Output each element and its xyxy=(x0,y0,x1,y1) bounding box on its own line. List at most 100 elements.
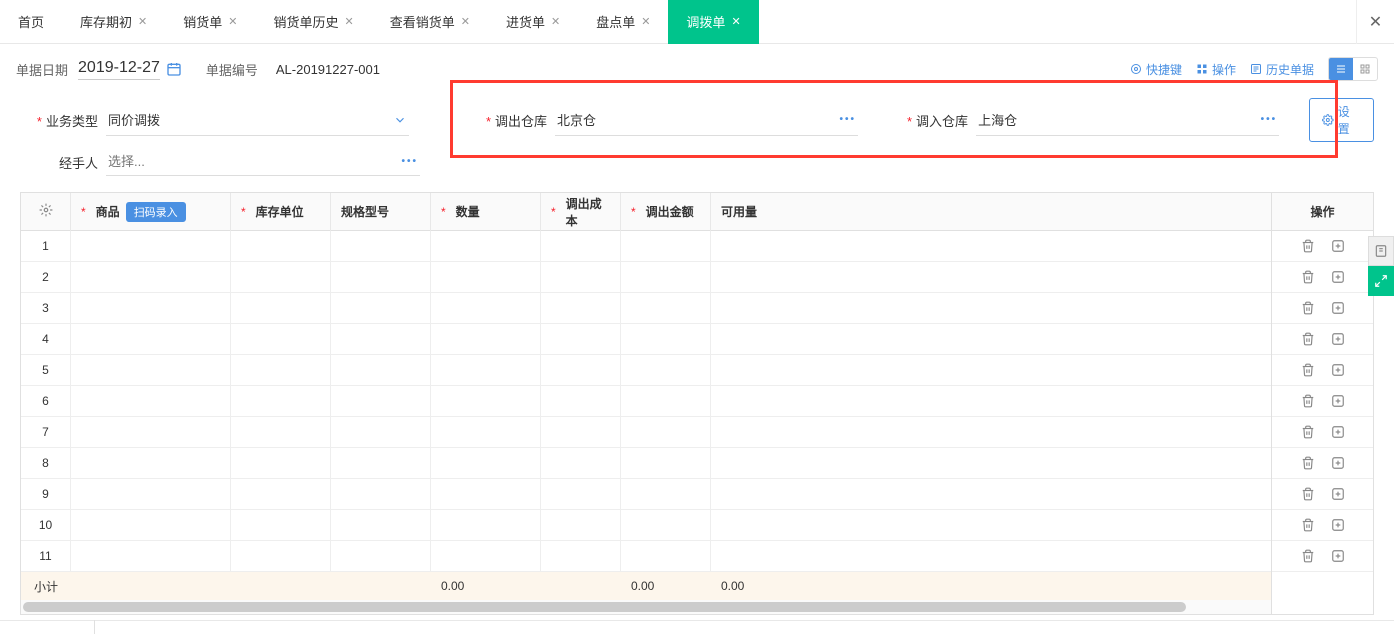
cell-available[interactable] xyxy=(711,324,1271,354)
add-row-button[interactable] xyxy=(1330,486,1346,502)
cell-spec[interactable] xyxy=(331,386,431,416)
tab-4[interactable]: 查看销货单✕ xyxy=(372,0,488,44)
scrollbar-thumb[interactable] xyxy=(23,602,1186,612)
cell-amount[interactable] xyxy=(621,417,711,447)
tab-0[interactable]: 首页 xyxy=(0,0,62,44)
cell-product[interactable] xyxy=(71,355,231,385)
table-row[interactable]: 1 xyxy=(21,231,1271,262)
cell-available[interactable] xyxy=(711,541,1271,571)
cell-product[interactable] xyxy=(71,541,231,571)
table-row[interactable]: 9 xyxy=(21,479,1271,510)
cell-cost[interactable] xyxy=(541,541,621,571)
settings-button[interactable]: 设置 xyxy=(1309,98,1374,142)
cell-amount[interactable] xyxy=(621,510,711,540)
delete-row-button[interactable] xyxy=(1300,455,1316,471)
tab-3[interactable]: 销货单历史✕ xyxy=(255,0,371,44)
cell-amount[interactable] xyxy=(621,448,711,478)
cell-spec[interactable] xyxy=(331,355,431,385)
cell-cost[interactable] xyxy=(541,293,621,323)
close-icon[interactable]: ✕ xyxy=(345,15,354,28)
cell-unit[interactable] xyxy=(231,386,331,416)
cell-unit[interactable] xyxy=(231,417,331,447)
in-warehouse-field[interactable]: 上海仓 ••• xyxy=(976,104,1279,136)
cell-amount[interactable] xyxy=(621,479,711,509)
cell-cost[interactable] xyxy=(541,262,621,292)
cell-cost[interactable] xyxy=(541,448,621,478)
cell-available[interactable] xyxy=(711,386,1271,416)
table-row[interactable]: 4 xyxy=(21,324,1271,355)
close-all-tabs-button[interactable]: ✕ xyxy=(1356,0,1394,44)
tab-5[interactable]: 进货单✕ xyxy=(488,0,578,44)
cell-available[interactable] xyxy=(711,448,1271,478)
cell-unit[interactable] xyxy=(231,448,331,478)
table-row[interactable]: 6 xyxy=(21,386,1271,417)
horizontal-scrollbar[interactable] xyxy=(21,600,1271,614)
table-row[interactable]: 10 xyxy=(21,510,1271,541)
cell-qty[interactable] xyxy=(431,541,541,571)
delete-row-button[interactable] xyxy=(1300,362,1316,378)
cell-unit[interactable] xyxy=(231,479,331,509)
cell-available[interactable] xyxy=(711,510,1271,540)
history-button[interactable]: 历史单据 xyxy=(1250,61,1314,78)
delete-row-button[interactable] xyxy=(1300,424,1316,440)
delete-row-button[interactable] xyxy=(1300,517,1316,533)
cell-amount[interactable] xyxy=(621,541,711,571)
table-row[interactable]: 7 xyxy=(21,417,1271,448)
handler-input[interactable] xyxy=(108,154,401,169)
close-icon[interactable]: ✕ xyxy=(138,15,147,28)
cell-spec[interactable] xyxy=(331,324,431,354)
add-row-button[interactable] xyxy=(1330,548,1346,564)
cell-cost[interactable] xyxy=(541,324,621,354)
cell-cost[interactable] xyxy=(541,417,621,447)
tab-6[interactable]: 盘点单✕ xyxy=(578,0,668,44)
cell-qty[interactable] xyxy=(431,510,541,540)
cell-unit[interactable] xyxy=(231,510,331,540)
cell-spec[interactable] xyxy=(331,510,431,540)
cell-cost[interactable] xyxy=(541,479,621,509)
add-row-button[interactable] xyxy=(1330,393,1346,409)
add-row-button[interactable] xyxy=(1330,269,1346,285)
shortcut-button[interactable]: 快捷键 xyxy=(1130,61,1182,78)
close-icon[interactable]: ✕ xyxy=(461,15,470,28)
cell-qty[interactable] xyxy=(431,417,541,447)
cell-product[interactable] xyxy=(71,293,231,323)
cell-spec[interactable] xyxy=(331,417,431,447)
cell-qty[interactable] xyxy=(431,355,541,385)
tab-1[interactable]: 库存期初✕ xyxy=(62,0,165,44)
side-notes-button[interactable] xyxy=(1368,236,1394,266)
delete-row-button[interactable] xyxy=(1300,238,1316,254)
delete-row-button[interactable] xyxy=(1300,331,1316,347)
cell-unit[interactable] xyxy=(231,262,331,292)
cell-cost[interactable] xyxy=(541,231,621,261)
cell-amount[interactable] xyxy=(621,355,711,385)
add-row-button[interactable] xyxy=(1330,424,1346,440)
table-row[interactable]: 5 xyxy=(21,355,1271,386)
cell-cost[interactable] xyxy=(541,355,621,385)
view-grid-button[interactable] xyxy=(1353,58,1377,80)
cell-unit[interactable] xyxy=(231,541,331,571)
cell-product[interactable] xyxy=(71,262,231,292)
cell-available[interactable] xyxy=(711,231,1271,261)
add-row-button[interactable] xyxy=(1330,455,1346,471)
cell-amount[interactable] xyxy=(621,262,711,292)
cell-product[interactable] xyxy=(71,417,231,447)
cell-product[interactable] xyxy=(71,386,231,416)
date-value[interactable]: 2019-12-27 xyxy=(78,59,160,80)
table-row[interactable]: 2 xyxy=(21,262,1271,293)
gear-header[interactable] xyxy=(21,193,71,231)
tab-7[interactable]: 调拨单✕ xyxy=(668,0,758,44)
cell-product[interactable] xyxy=(71,448,231,478)
close-icon[interactable]: ✕ xyxy=(228,15,237,28)
cell-unit[interactable] xyxy=(231,355,331,385)
cell-product[interactable] xyxy=(71,479,231,509)
close-icon[interactable]: ✕ xyxy=(551,15,560,28)
cell-available[interactable] xyxy=(711,479,1271,509)
delete-row-button[interactable] xyxy=(1300,393,1316,409)
cell-spec[interactable] xyxy=(331,448,431,478)
add-row-button[interactable] xyxy=(1330,300,1346,316)
table-row[interactable]: 3 xyxy=(21,293,1271,324)
cell-cost[interactable] xyxy=(541,510,621,540)
side-expand-button[interactable] xyxy=(1368,266,1394,296)
handler-field[interactable]: ••• xyxy=(106,148,420,176)
cell-qty[interactable] xyxy=(431,293,541,323)
